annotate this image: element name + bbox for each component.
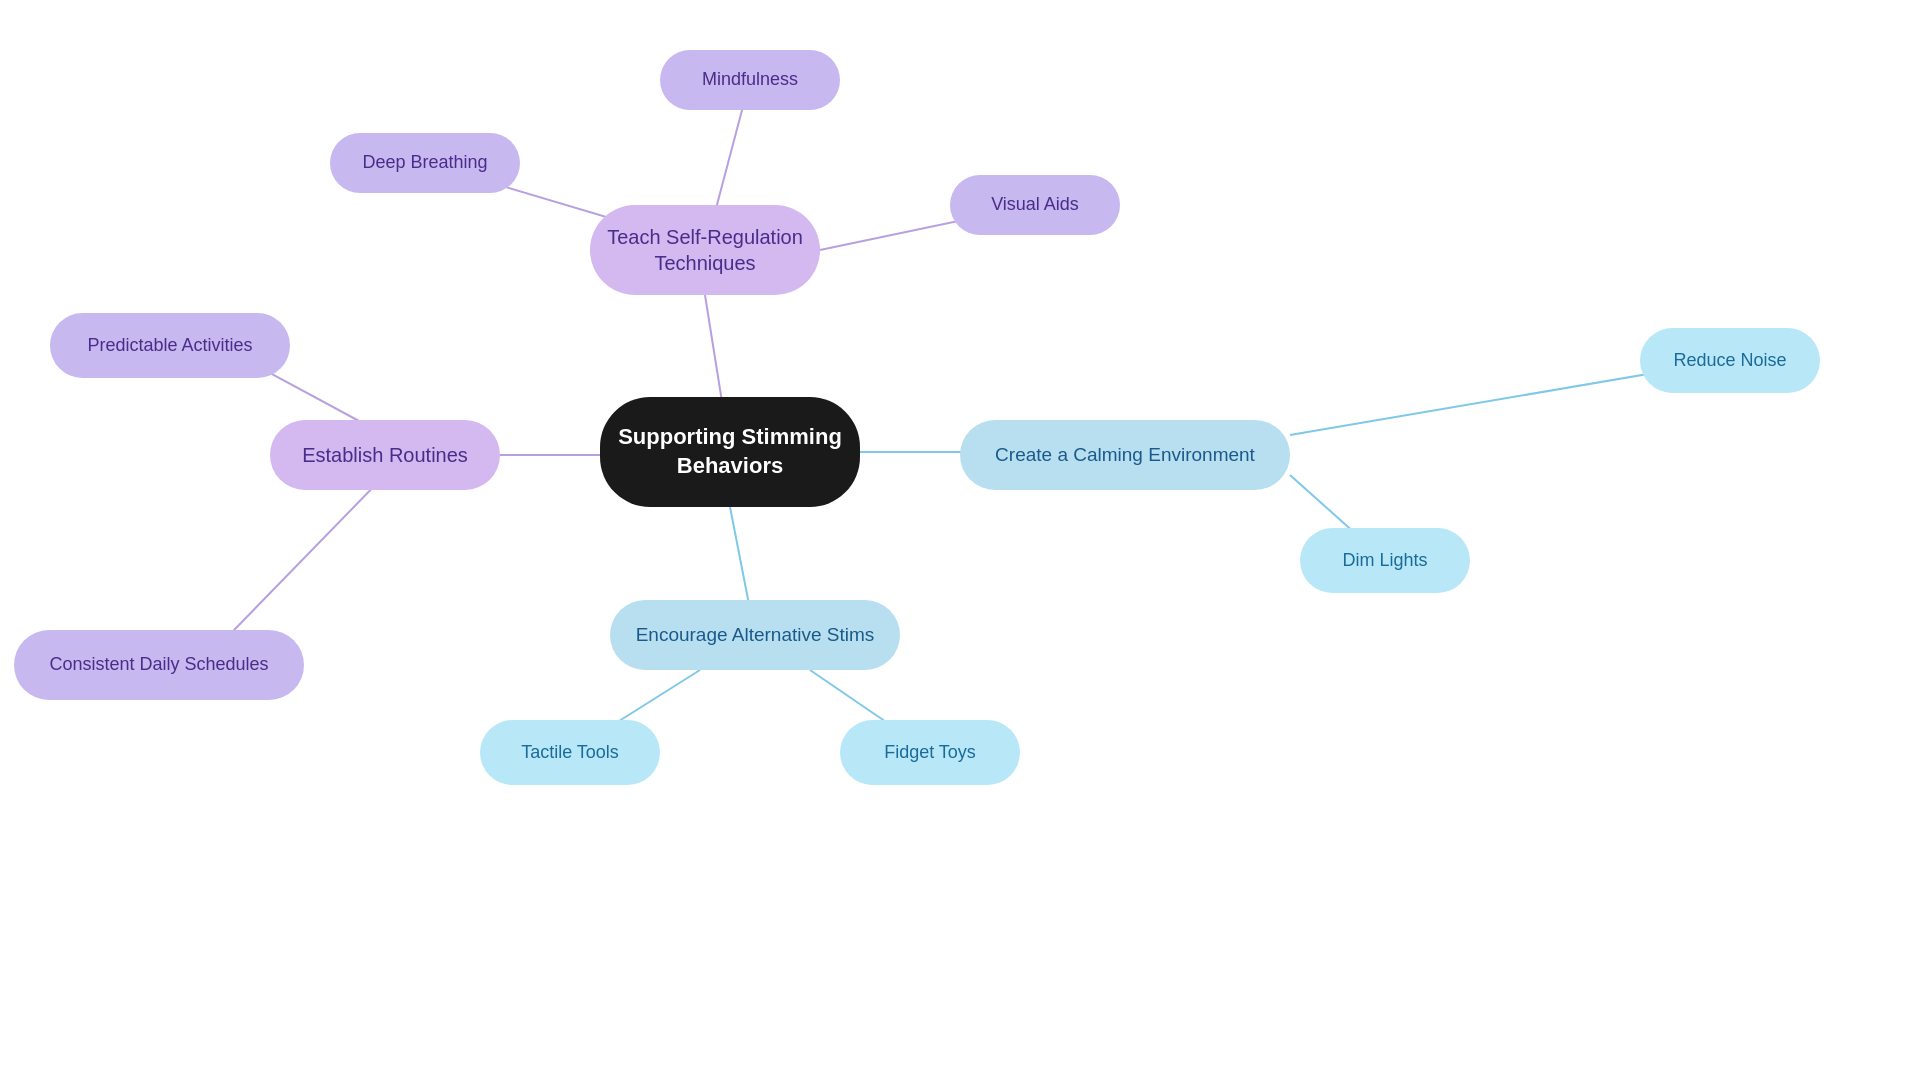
dim-lights-label: Dim Lights — [1342, 549, 1427, 572]
create-calming-label: Create a Calming Environment — [995, 443, 1255, 468]
center-label: Supporting Stimming Behaviors — [600, 423, 860, 480]
tactile-tools-node: Tactile Tools — [480, 720, 660, 785]
mindfulness-node: Mindfulness — [660, 50, 840, 110]
teach-self-label: Teach Self-Regulation Techniques — [590, 224, 820, 276]
predictable-label: Predictable Activities — [87, 334, 252, 357]
consistent-label: Consistent Daily Schedules — [49, 653, 268, 676]
visual-aids-node: Visual Aids — [950, 175, 1120, 235]
reduce-noise-node: Reduce Noise — [1640, 328, 1820, 393]
consistent-schedules-node: Consistent Daily Schedules — [14, 630, 304, 700]
deep-breathing-label: Deep Breathing — [362, 151, 487, 174]
dim-lights-node: Dim Lights — [1300, 528, 1470, 593]
reduce-noise-label: Reduce Noise — [1673, 349, 1786, 372]
fidget-toys-node: Fidget Toys — [840, 720, 1020, 785]
fidget-label: Fidget Toys — [884, 741, 976, 764]
teach-self-node: Teach Self-Regulation Techniques — [590, 205, 820, 295]
center-node: Supporting Stimming Behaviors — [600, 397, 860, 507]
mindfulness-label: Mindfulness — [702, 68, 798, 91]
deep-breathing-node: Deep Breathing — [330, 133, 520, 193]
predictable-activities-node: Predictable Activities — [50, 313, 290, 378]
tactile-label: Tactile Tools — [521, 741, 619, 764]
establish-label: Establish Routines — [302, 442, 468, 468]
encourage-stims-node: Encourage Alternative Stims — [610, 600, 900, 670]
encourage-label: Encourage Alternative Stims — [636, 623, 875, 648]
create-calming-node: Create a Calming Environment — [960, 420, 1290, 490]
visual-aids-label: Visual Aids — [991, 193, 1079, 216]
establish-routines-node: Establish Routines — [270, 420, 500, 490]
